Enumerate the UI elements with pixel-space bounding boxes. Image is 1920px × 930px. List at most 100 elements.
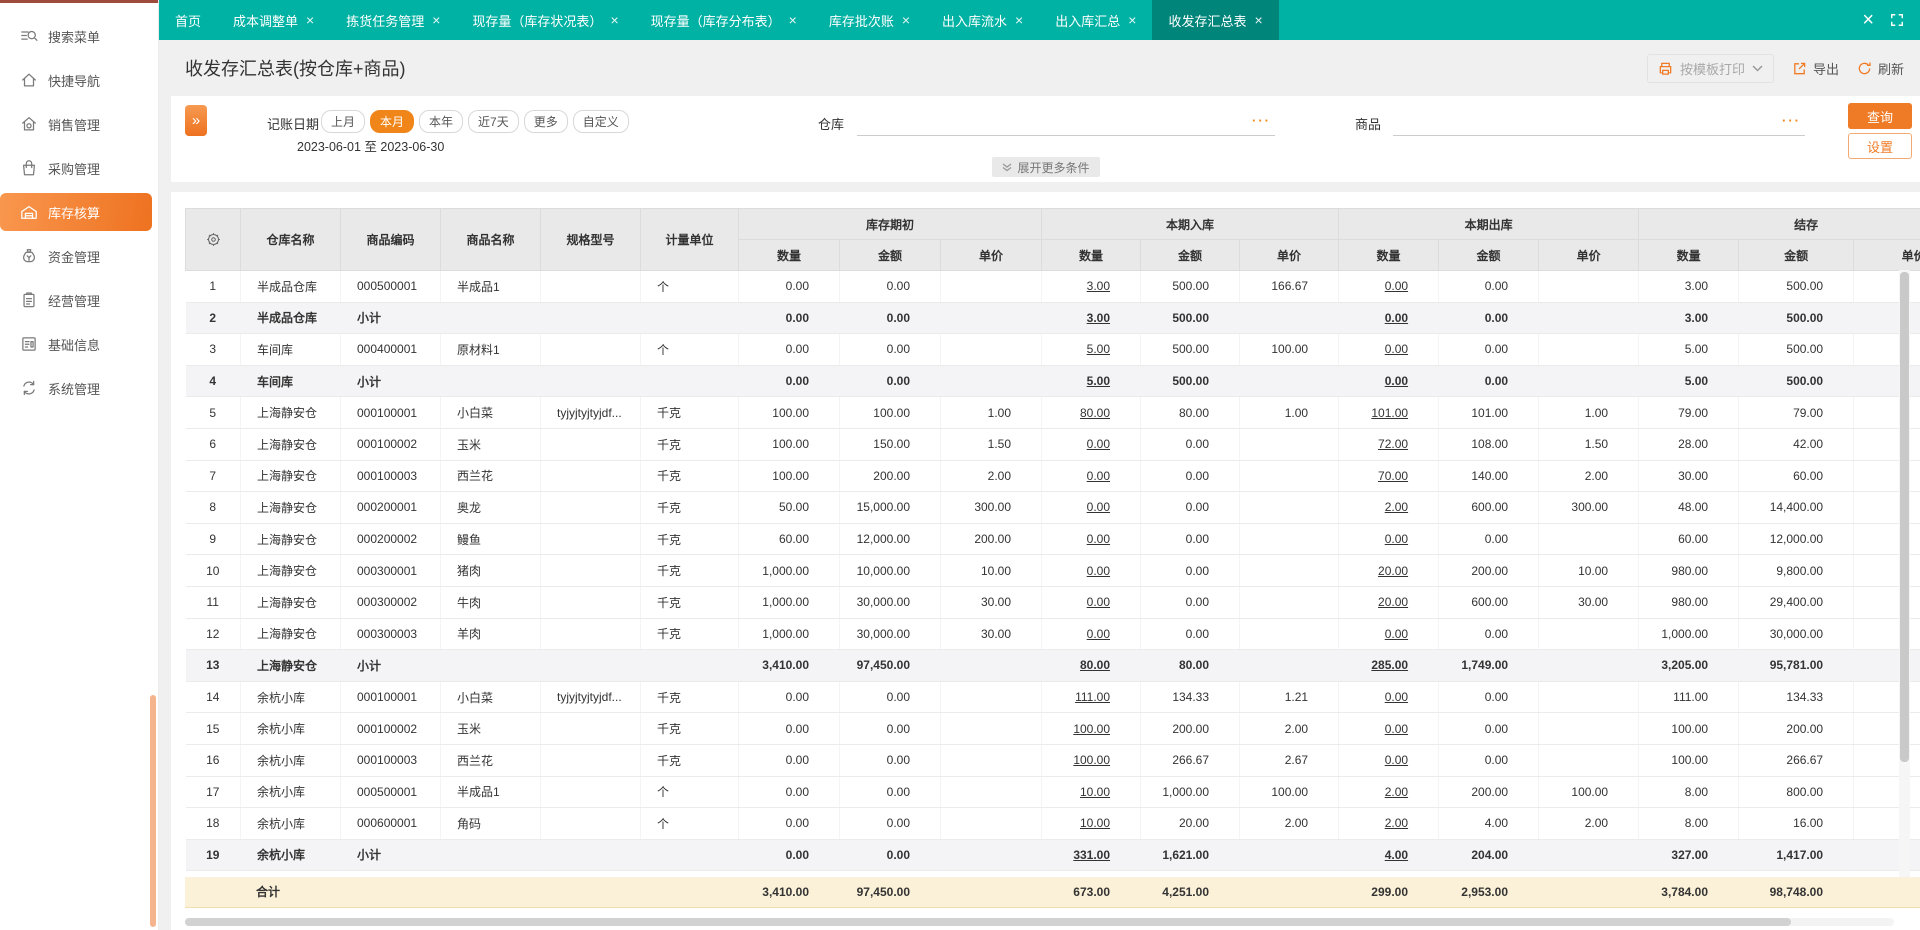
qty-in-link[interactable]: 0.00 (1041, 428, 1142, 461)
tab-close-icon[interactable]: × (1254, 12, 1262, 28)
sidebar-item-quick-nav[interactable]: 快捷导航 (0, 61, 152, 99)
qty-out-link[interactable]: 70.00 (1338, 460, 1440, 493)
sidebar-scrollbar[interactable] (150, 695, 156, 927)
qty-out-link[interactable]: 20.00 (1338, 554, 1440, 587)
qty-in-link[interactable]: 80.00 (1041, 396, 1142, 429)
qty-out-link[interactable]: 20.00 (1338, 586, 1440, 619)
qty-in-link[interactable]: 3.00 (1041, 302, 1142, 335)
tab-close-icon[interactable]: × (902, 12, 910, 28)
pill-last-7-days[interactable]: 近7天 (468, 110, 519, 133)
tab-close-icon[interactable]: × (306, 12, 314, 28)
table-row: 7 上海静安仓 000100003 西兰花 千克 100.00 200.00 2.00 0.00… (185, 460, 1920, 493)
export-button[interactable]: 导出 (1792, 59, 1839, 78)
product-name-cell: 羊肉 (440, 618, 541, 651)
qty-in-link[interactable]: 0.00 (1041, 491, 1142, 524)
qty-out-link[interactable]: 2.00 (1338, 807, 1440, 840)
tab-close-icon[interactable]: × (1015, 12, 1023, 28)
close-window-icon[interactable]: × (1862, 10, 1874, 30)
tab-首页[interactable]: 首页 (159, 0, 217, 40)
qty-in-link[interactable]: 0.00 (1041, 618, 1142, 651)
sidebar-item-funds[interactable]: 资金管理 (0, 237, 152, 275)
qty-in-link[interactable]: 331.00 (1041, 839, 1142, 872)
qty-out-link[interactable]: 101.00 (1338, 396, 1440, 429)
qty-in-link[interactable]: 5.00 (1041, 365, 1142, 398)
tab-库存批次账[interactable]: 库存批次账 × (813, 0, 926, 40)
product-input[interactable]: ··· (1393, 110, 1805, 136)
qty-out-link[interactable]: 0.00 (1338, 681, 1440, 714)
qty-out-link[interactable]: 72.00 (1338, 428, 1440, 461)
qty-out-link[interactable]: 4.00 (1338, 839, 1440, 872)
qty-in-link[interactable]: 100.00 (1041, 744, 1142, 777)
value-cell: 0.00 (738, 744, 840, 777)
value-cell: 600.00 (1438, 586, 1540, 619)
qty-in-link[interactable]: 100.00 (1041, 712, 1142, 745)
sidebar-item-system[interactable]: 系统管理 (0, 369, 152, 407)
qty-in-link[interactable]: 111.00 (1041, 681, 1142, 714)
sidebar-item-purchase[interactable]: 采购管理 (0, 149, 152, 187)
qty-in-link[interactable]: 3.00 (1041, 270, 1142, 303)
table-row: 8 上海静安仓 000200001 奥龙 千克 50.00 15,000.00 300.00 0… (185, 491, 1920, 524)
qty-in-link[interactable]: 10.00 (1041, 807, 1142, 840)
qty-out-link[interactable]: 0.00 (1338, 523, 1440, 556)
qty-in-link[interactable]: 0.00 (1041, 460, 1142, 493)
tab-出入库流水[interactable]: 出入库流水 × (926, 0, 1039, 40)
table-settings-icon[interactable] (185, 208, 241, 271)
query-button[interactable]: 查询 (1848, 103, 1912, 129)
sidebar-item-inventory[interactable]: 库存核算 (0, 193, 152, 231)
qty-out-link[interactable]: 285.00 (1338, 649, 1440, 682)
sidebar-item-sales[interactable]: 销售管理 (0, 105, 152, 143)
tab-出入库汇总[interactable]: 出入库汇总 × (1039, 0, 1152, 40)
pill-this-year[interactable]: 本年 (419, 110, 464, 133)
sidebar-item-operations[interactable]: 经营管理 (0, 281, 152, 319)
qty-out-link[interactable]: 0.00 (1338, 365, 1440, 398)
horizontal-scrollbar[interactable] (185, 918, 1894, 926)
tab-收发存汇总表[interactable]: 收发存汇总表 × (1152, 0, 1279, 40)
warehouse-input[interactable]: ··· (857, 110, 1275, 136)
tab-close-icon[interactable]: × (1128, 12, 1136, 28)
tab-现存量（库存分布表）[interactable]: 现存量（库存分布表） × (635, 0, 813, 40)
tab-close-icon[interactable]: × (432, 12, 440, 28)
qty-in-link[interactable]: 80.00 (1041, 649, 1142, 682)
tab-现存量（库存状况表）[interactable]: 现存量（库存状况表） × (456, 0, 634, 40)
pill-more[interactable]: 更多 (523, 110, 568, 133)
qty-out-link[interactable]: 2.00 (1338, 491, 1440, 524)
qty-in-link[interactable]: 10.00 (1041, 776, 1142, 809)
fullscreen-icon[interactable] (1890, 13, 1904, 27)
pill-this-month[interactable]: 本月 (370, 110, 415, 133)
refresh-button[interactable]: 刷新 (1857, 59, 1904, 78)
qty-in-link[interactable]: 5.00 (1041, 333, 1142, 366)
vertical-scrollbar-thumb[interactable] (1900, 272, 1909, 762)
product-name-cell: 西兰花 (440, 744, 541, 777)
horizontal-scrollbar-thumb[interactable] (185, 918, 1792, 926)
qty-out-link[interactable]: 2.00 (1338, 776, 1440, 809)
qty-out-link[interactable]: 0.00 (1338, 302, 1440, 335)
tab-close-icon[interactable]: × (610, 12, 618, 28)
tab-close-icon[interactable]: × (789, 12, 797, 28)
tab-成本调整单[interactable]: 成本调整单 × (217, 0, 330, 40)
table-row: 3 车间库 000400001 原材料1 个 0.00 0.00 5.00 500.00 100.… (185, 333, 1920, 366)
product-picker-ellipsis-icon[interactable]: ··· (1782, 113, 1801, 128)
qty-out-link[interactable]: 0.00 (1338, 744, 1440, 777)
qty-in-link[interactable]: 0.00 (1041, 523, 1142, 556)
sidebar-item-search-menu[interactable]: 搜索菜单 (0, 17, 152, 55)
date-range-value[interactable]: 2023-06-01 至 2023-06-30 (297, 136, 444, 155)
qty-in-link[interactable]: 0.00 (1041, 586, 1142, 619)
print-by-template-button[interactable]: 按模板打印 (1646, 53, 1774, 83)
collapse-filters-button[interactable]: » (185, 105, 207, 136)
qty-out-link[interactable]: 0.00 (1338, 333, 1440, 366)
value-cell: 0.00 (839, 744, 941, 777)
settings-button[interactable]: 设置 (1848, 133, 1912, 159)
qty-out-link[interactable]: 0.00 (1338, 270, 1440, 303)
warehouse-picker-ellipsis-icon[interactable]: ··· (1252, 113, 1271, 128)
pill-custom[interactable]: 自定义 (572, 110, 629, 133)
pill-last-month[interactable]: 上月 (321, 110, 366, 133)
sidebar-item-base-info[interactable]: 基础信息 (0, 325, 152, 363)
qty-in-link[interactable]: 0.00 (1041, 554, 1142, 587)
expand-more-button[interactable]: 展开更多条件 (991, 157, 1100, 177)
qty-out-link[interactable]: 0.00 (1338, 712, 1440, 745)
unit-cell (640, 302, 739, 335)
value-cell (1538, 333, 1640, 366)
vertical-scrollbar[interactable] (1899, 270, 1910, 877)
tab-拣货任务管理[interactable]: 拣货任务管理 × (330, 0, 456, 40)
qty-out-link[interactable]: 0.00 (1338, 618, 1440, 651)
